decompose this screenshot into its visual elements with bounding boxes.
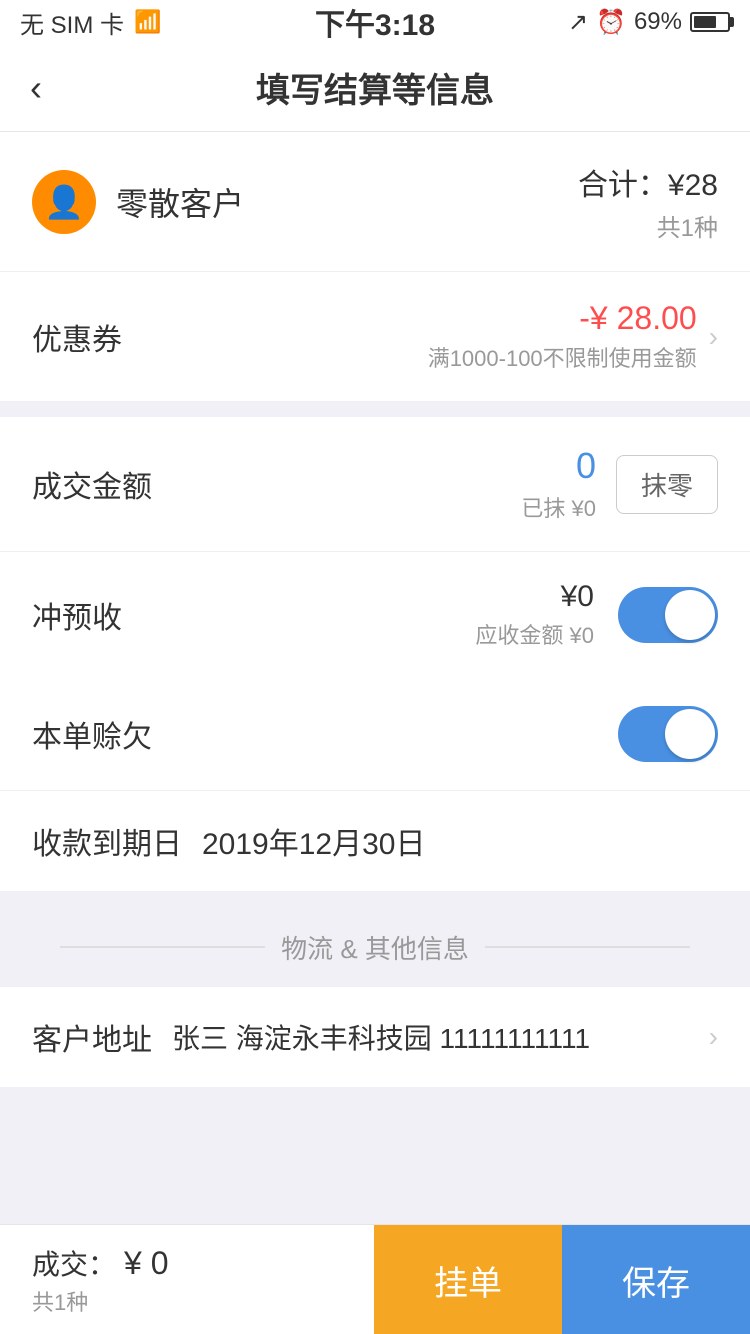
transaction-label: 成交金额 (32, 462, 152, 506)
status-right: ↗ ⏰ 69% (568, 8, 730, 37)
page-title: 填写结算等信息 (256, 63, 494, 112)
duedate-row: 收款到期日 2019年12月30日 (0, 790, 750, 891)
transaction-row: 成交金额 0 已抹 ¥0 抹零 (0, 417, 750, 551)
prereceive-toggle[interactable] (618, 587, 718, 643)
alarm-icon: ⏰ (596, 8, 626, 37)
coupon-chevron-icon: › (709, 321, 718, 353)
address-section: 客户地址 张三 海淀永丰科技园 11111111111 › (0, 987, 750, 1087)
bottom-summary: 成交： ¥ 0 共1种 (0, 1225, 374, 1334)
address-label: 客户地址 (32, 1015, 152, 1059)
bottom-bar: 成交： ¥ 0 共1种 挂单 保存 (0, 1224, 750, 1334)
bottom-summary-amount: ¥ 0 (124, 1245, 168, 1282)
prereceive-amount-wrap: ¥0 应收金额 ¥0 (475, 580, 594, 650)
bottom-summary-title: 成交： (32, 1243, 116, 1283)
debt-row: 本单赊欠 (0, 678, 750, 790)
status-time: 下午3:18 (315, 0, 435, 44)
customer-name: 零散客户 (116, 179, 244, 225)
battery-percent: 69% (634, 8, 682, 36)
carrier-text: 无 SIM 卡 (20, 5, 124, 40)
customer-right: 合计：¥28 共1种 (578, 160, 718, 243)
customer-row: 👤 零散客户 合计：¥28 共1种 (0, 132, 750, 271)
transaction-right: 0 已抹 ¥0 抹零 (521, 445, 718, 523)
status-bar: 无 SIM 卡 📶 下午3:18 ↗ ⏰ 69% (0, 0, 750, 44)
prereceive-label: 冲预收 (32, 593, 122, 637)
prereceive-sub: 应收金额 ¥0 (475, 618, 594, 650)
round-zero-button[interactable]: 抹零 (616, 455, 718, 514)
coupon-value-wrap: -¥ 28.00 满1000-100不限制使用金额 (428, 300, 697, 373)
toggle-knob (665, 590, 715, 640)
address-chevron-icon: › (709, 1021, 718, 1053)
logistics-label: 物流 & 其他信息 (265, 929, 485, 966)
hold-button[interactable]: 挂单 (374, 1225, 562, 1334)
transaction-sub: 已抹 ¥0 (521, 491, 596, 523)
duedate-value: 2019年12月30日 (202, 819, 425, 863)
coupon-amount: -¥ 28.00 (428, 300, 697, 337)
customer-count: 共1种 (578, 208, 718, 243)
prereceive-right: ¥0 应收金额 ¥0 (475, 580, 718, 650)
debt-toggle[interactable] (618, 706, 718, 762)
back-button[interactable]: ‹ (30, 67, 42, 109)
debt-toggle-knob (665, 709, 715, 759)
coupon-label: 优惠券 (32, 315, 122, 359)
customer-section: 👤 零散客户 合计：¥28 共1种 优惠券 -¥ 28.00 满1000-100… (0, 132, 750, 401)
avatar: 👤 (32, 170, 96, 234)
wifi-icon: 📶 (134, 9, 161, 35)
duedate-label: 收款到期日 (32, 819, 182, 863)
main-content: 👤 零散客户 合计：¥28 共1种 优惠券 -¥ 28.00 满1000-100… (0, 132, 750, 1223)
transaction-amount-wrap: 0 已抹 ¥0 (521, 445, 596, 523)
avatar-icon: 👤 (44, 183, 84, 221)
battery-icon (690, 12, 730, 32)
customer-left: 👤 零散客户 (32, 170, 244, 234)
debt-section: 本单赊欠 收款到期日 2019年12月30日 (0, 678, 750, 891)
logistics-section: 物流 & 其他信息 (0, 907, 750, 987)
nav-bar: ‹ 填写结算等信息 (0, 44, 750, 132)
debt-label: 本单赊欠 (32, 712, 152, 756)
address-row[interactable]: 客户地址 张三 海淀永丰科技园 11111111111 › (0, 987, 750, 1087)
address-value: 张三 海淀永丰科技园 11111111111 (172, 1017, 709, 1057)
bottom-summary-count: 共1种 (32, 1285, 342, 1317)
prereceive-row: 冲预收 ¥0 应收金额 ¥0 (0, 551, 750, 678)
status-left: 无 SIM 卡 📶 (20, 5, 161, 40)
coupon-row[interactable]: 优惠券 -¥ 28.00 满1000-100不限制使用金额 › (0, 271, 750, 401)
coupon-right: -¥ 28.00 满1000-100不限制使用金额 › (428, 300, 718, 373)
transaction-amount: 0 (521, 445, 596, 487)
prereceive-amount: ¥0 (475, 580, 594, 614)
location-icon: ↗ (568, 8, 588, 37)
save-button[interactable]: 保存 (562, 1225, 750, 1334)
customer-total: 合计：¥28 (578, 160, 718, 204)
transaction-section: 成交金额 0 已抹 ¥0 抹零 冲预收 ¥0 应收金额 ¥0 (0, 417, 750, 678)
coupon-desc: 满1000-100不限制使用金额 (428, 341, 697, 373)
